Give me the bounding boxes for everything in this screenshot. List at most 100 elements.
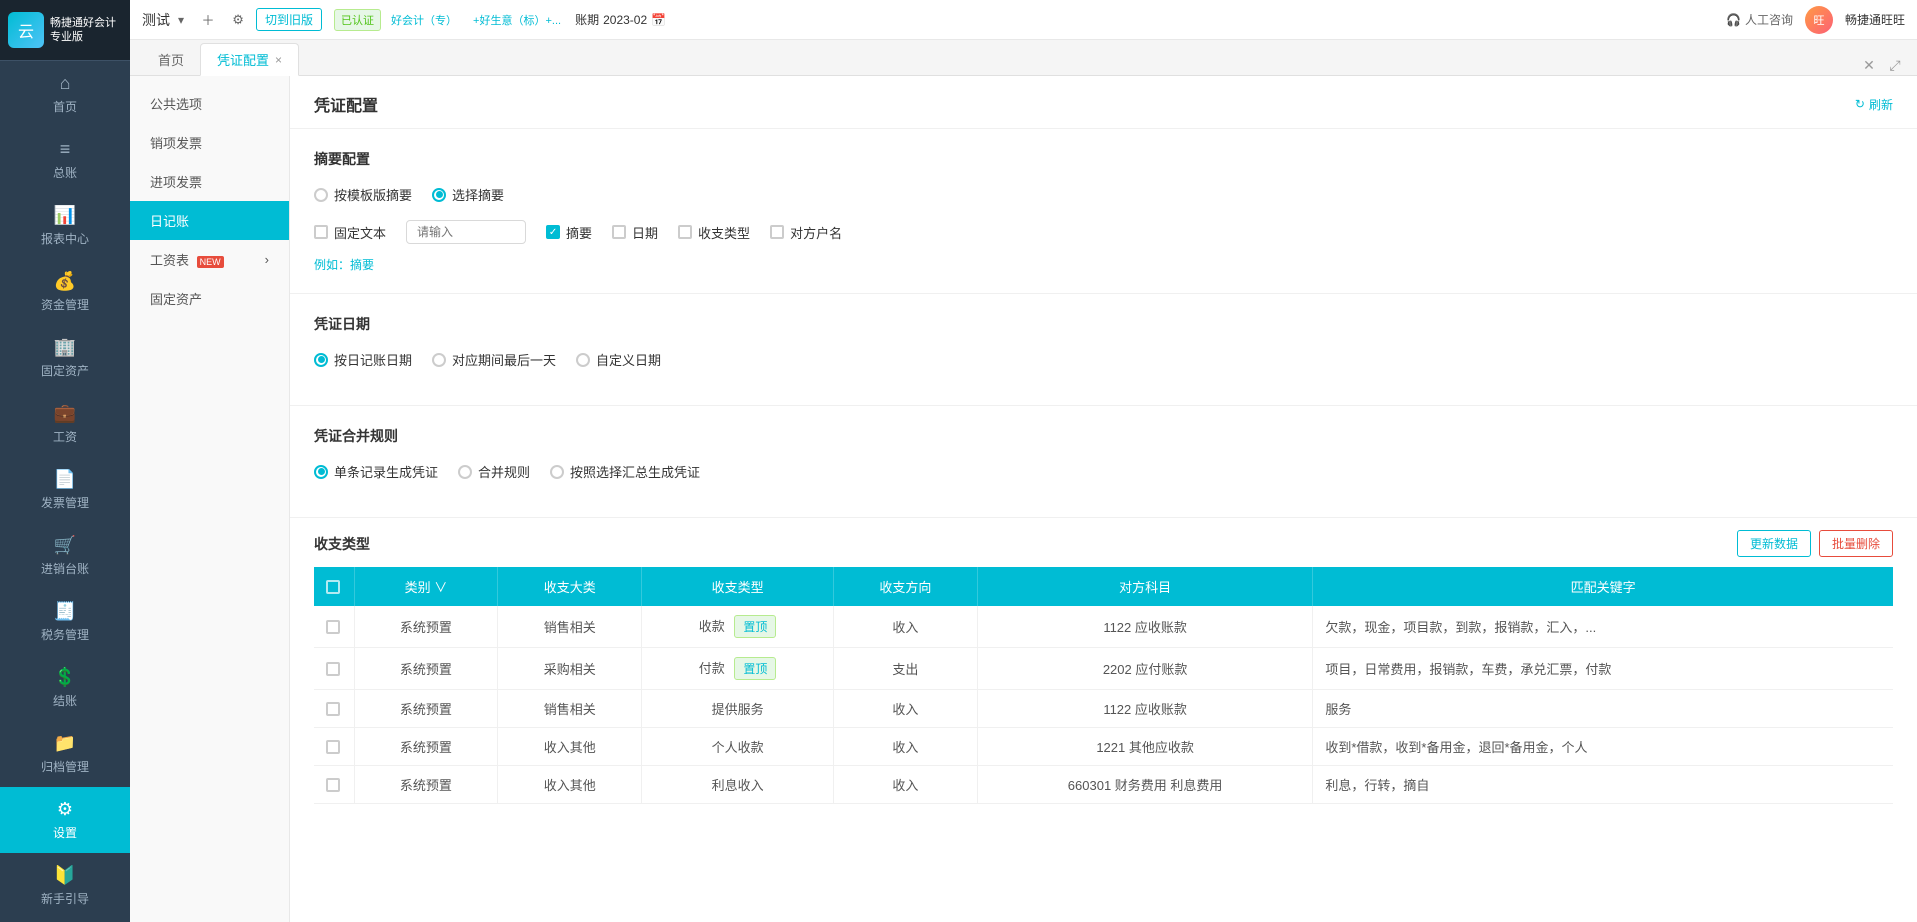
summary-checkbox-row: 固定文本 ✓ 摘要 日期 收支类型 [314, 220, 1893, 244]
sidebar-item-guide[interactable]: 🔰 新手引导 [0, 853, 130, 919]
radio-last-day[interactable]: 对应期间最后一天 [432, 350, 556, 369]
row-checkbox-3[interactable] [326, 702, 340, 716]
sidebar-item-payroll[interactable]: 工资表 NEW › [130, 240, 289, 279]
th-counterparty-account: 对方科目 [977, 567, 1313, 606]
sidebar-item-public[interactable]: 公共选项 [130, 84, 289, 123]
td-keyword: 欠款，现金，项目款，到款，报销款，汇入，... [1313, 606, 1893, 648]
add-btn[interactable]: ＋ [196, 8, 220, 32]
sidebar-item-archive[interactable]: 📁 归档管理 [0, 721, 130, 787]
tab-voucher-config[interactable]: 凭证配置 × [200, 43, 299, 76]
archive-icon: 📁 [54, 733, 76, 754]
income-expense-title: 收支类型 [314, 534, 370, 554]
td-type: 付款 置顶 [642, 648, 834, 690]
tax-icon: 🧾 [54, 601, 76, 622]
top-bar: 测试 ▾ ＋ ⚙ 切到旧版 已认证 好会计（专） +好生意（标）+... 账期 … [130, 0, 1917, 40]
radio-journal-date[interactable]: 按日记账日期 [314, 350, 412, 369]
sidebar-item-fixed-assets[interactable]: 固定资产 [130, 279, 289, 318]
switch-version-btn[interactable]: 切到旧版 [256, 8, 322, 31]
sidebar-item-label: 报表中心 [41, 230, 89, 247]
td-counterparty: 1221 其他应收款 [977, 728, 1313, 766]
income-expense-table: 类别 ∨ 收支大类 收支类型 收支方向 [314, 567, 1893, 804]
checkbox-fixed-text[interactable]: 固定文本 [314, 223, 386, 242]
radio-custom-date[interactable]: 自定义日期 [576, 350, 661, 369]
radio-circle-last-day [432, 353, 446, 367]
voucher-date-section: 凭证日期 按日记账日期 对应期间最后一天 自定义日期 [290, 294, 1917, 406]
sidebar-item-settings[interactable]: ⚙ 设置 [0, 787, 130, 853]
calendar-icon[interactable]: 📅 [651, 13, 666, 27]
checkbox-type[interactable]: 收支类型 [678, 223, 750, 242]
row-checkbox-1[interactable] [326, 620, 340, 634]
sidebar-item-ledger[interactable]: ≡ 总账 [0, 127, 130, 193]
sidebar-item-settlement[interactable]: 💲 结账 [0, 655, 130, 721]
user-name[interactable]: 畅捷通旺旺 [1845, 11, 1905, 28]
th-major-type: 收支大类 [498, 567, 642, 606]
window-close-icon[interactable]: ✕ [1859, 55, 1879, 75]
td-keyword: 项目，日常费用，报销款，车费，承兑汇票，付款 [1313, 648, 1893, 690]
summary-section: 摘要配置 按模板版摘要 选择摘要 [290, 129, 1917, 294]
top-badge-2[interactable]: 置顶 [734, 657, 776, 680]
row-checkbox-2[interactable] [326, 662, 340, 676]
settings-btn[interactable]: ⚙ [226, 8, 250, 32]
sidebar-item-invoice-mgr[interactable]: 📄 发票管理 [0, 457, 130, 523]
th-direction: 收支方向 [833, 567, 977, 606]
sidebar-item-label: 首页 [53, 98, 77, 115]
user-avatar: 旺 [1805, 6, 1833, 34]
logo-name: 畅捷通好会计 [50, 16, 116, 30]
row-checkbox-5[interactable] [326, 778, 340, 792]
bulk-delete-btn[interactable]: 批量删除 [1819, 530, 1893, 557]
td-major-type: 销售相关 [498, 606, 642, 648]
reports-icon: 📊 [54, 205, 76, 226]
sidebar-item-reports[interactable]: 📊 报表中心 [0, 193, 130, 259]
summary-title: 摘要配置 [314, 149, 1893, 169]
voucher-date-title: 凭证日期 [314, 314, 1893, 334]
td-check [314, 648, 354, 690]
refresh-btn[interactable]: ↻ 刷新 [1855, 96, 1893, 113]
checkbox-summary[interactable]: ✓ 摘要 [546, 223, 592, 242]
window-expand-icon[interactable]: ⤢ [1885, 55, 1905, 75]
tab-home[interactable]: 首页 [142, 44, 200, 75]
th-match-keyword: 匹配关键字 [1313, 567, 1893, 606]
radio-template[interactable]: 按模板版摘要 [314, 185, 412, 204]
tab-close-icon[interactable]: × [275, 53, 282, 67]
td-keyword: 利息，行转，摘自 [1313, 766, 1893, 804]
sidebar-item-purchase[interactable]: 🛒 进销台账 [0, 523, 130, 589]
table-header: 类别 ∨ 收支大类 收支类型 收支方向 [314, 567, 1893, 606]
good-biz-tag: +好生意（标）+... [467, 10, 567, 30]
checkbox-box-fixed-text [314, 225, 328, 239]
table-row: 系统预置 收入其他 利息收入 收入 660301 财务费用 利息费用 利息，行转… [314, 766, 1893, 804]
sidebar-item-home[interactable]: ⌂ 首页 [0, 61, 130, 127]
td-direction: 收入 [833, 606, 977, 648]
radio-circle-summary-gen [550, 465, 564, 479]
sidebar-item-salary[interactable]: 💼 工资 [0, 391, 130, 457]
table-row: 系统预置 销售相关 收款 置顶 收入 1122 应收账款 欠款，现金，项目款，到… [314, 606, 1893, 648]
sidebar-item-purchase-invoice[interactable]: 进项发票 [130, 162, 289, 201]
th-type: 收支类型 [642, 567, 834, 606]
table-actions: 更新数据 批量删除 [1737, 530, 1893, 557]
radio-merge[interactable]: 合并规则 [458, 462, 530, 481]
update-data-btn[interactable]: 更新数据 [1737, 530, 1811, 557]
content-area: 公共选项 销项发票 进项发票 日记账 工资表 NEW › [130, 76, 1917, 922]
period-value: 2023-02 [603, 13, 647, 27]
checkbox-date[interactable]: 日期 [612, 223, 658, 242]
row-checkbox-4[interactable] [326, 740, 340, 754]
sidebar-item-journal[interactable]: 日记账 [130, 201, 289, 240]
sidebar-item-tax[interactable]: 🧾 税务管理 [0, 589, 130, 655]
company-dropdown[interactable]: ▾ [178, 13, 184, 27]
app-logo: 云 畅捷通好会计 专业版 [0, 0, 130, 61]
sidebar-item-assets[interactable]: 🏢 固定资产 [0, 325, 130, 391]
table-row: 系统预置 采购相关 付款 置顶 支出 2202 应付账款 项目，日常费用，报销款… [314, 648, 1893, 690]
sidebar-item-sales-invoice[interactable]: 销项发票 [130, 123, 289, 162]
radio-single[interactable]: 单条记录生成凭证 [314, 462, 438, 481]
radio-summary-gen[interactable]: 按照选择汇总生成凭证 [550, 462, 700, 481]
radio-select[interactable]: 选择摘要 [432, 185, 504, 204]
service-btn[interactable]: 🎧 人工咨询 [1726, 11, 1793, 28]
td-counterparty: 660301 财务费用 利息费用 [977, 766, 1313, 804]
fixed-text-input[interactable] [406, 220, 526, 244]
checkbox-counterparty[interactable]: 对方户名 [770, 223, 842, 242]
radio-circle-journal-date [314, 353, 328, 367]
sidebar-item-label: 归档管理 [41, 758, 89, 775]
select-all-checkbox[interactable] [326, 580, 340, 594]
sidebar-item-funds[interactable]: 💰 资金管理 [0, 259, 130, 325]
sidebar-item-label: 固定资产 [41, 362, 89, 379]
top-badge-1[interactable]: 置顶 [734, 615, 776, 638]
